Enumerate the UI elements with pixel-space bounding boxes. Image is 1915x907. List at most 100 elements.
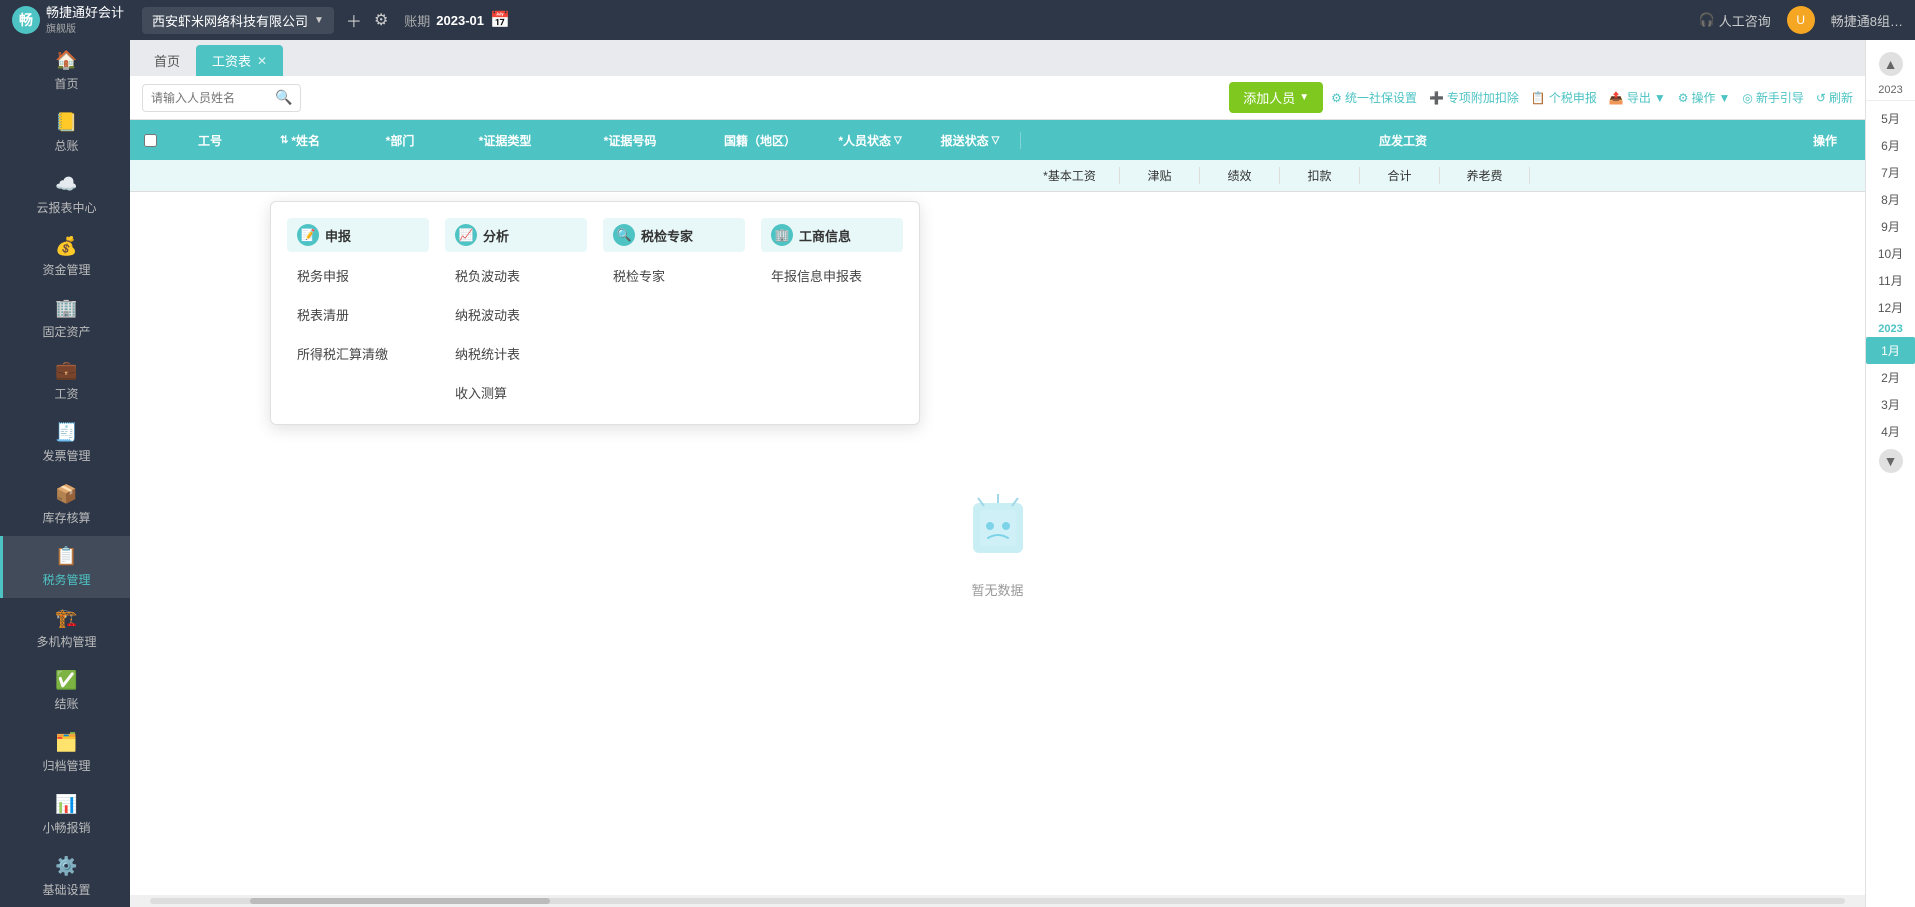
item-expert[interactable]: 税检专家 (603, 260, 745, 291)
toolbar: 🔍 添加人员 ▼ ⚙ 统一社保设置 ➕ 专项附加扣除 (130, 76, 1865, 120)
th-report-status-label: 报送状态 (941, 132, 989, 149)
category-business-info-header: 🏢 工商信息 (761, 218, 903, 252)
inventory-icon: 📦 (55, 484, 77, 505)
sidebar-item-settings[interactable]: ⚙️ 基础设置 (0, 846, 130, 907)
item-tax-clear[interactable]: 税表清册 (287, 299, 429, 330)
sidebar-item-multi[interactable]: 🏗️ 多机构管理 (0, 598, 130, 660)
th-status-filter[interactable]: ▽ (894, 135, 902, 146)
item-tax-declare[interactable]: 税务申报 (287, 260, 429, 291)
category-tax-expert-header: 🔍 税检专家 (603, 218, 745, 252)
tax-icon: 📋 (55, 546, 77, 567)
add-company-btn[interactable]: ＋ (346, 8, 362, 32)
funds-icon: 💰 (55, 236, 77, 257)
select-all-checkbox-cell[interactable] (130, 134, 170, 147)
sidebar-item-home[interactable]: 🏠 首页 (0, 40, 130, 102)
sidebar-item-funds[interactable]: 💰 资金管理 (0, 226, 130, 288)
declaration-icon: 📝 (297, 224, 319, 246)
social-security-btn[interactable]: ⚙ 统一社保设置 (1331, 89, 1417, 106)
home-icon: 🏠 (55, 50, 77, 71)
salary-icon: 💼 (55, 360, 77, 381)
refresh-btn[interactable]: ↺ 刷新 (1816, 89, 1853, 106)
month-3[interactable]: 3月 (1866, 391, 1915, 418)
right-panel-down-arrow[interactable]: ▼ (1879, 449, 1903, 473)
th-num-label: 工号 (198, 132, 222, 149)
item-income-calc[interactable]: 收入测算 (445, 377, 587, 408)
headset-icon: 🎧 (1699, 12, 1715, 28)
category-tax-expert: 🔍 税检专家 税检专家 (603, 218, 745, 408)
user-name[interactable]: 畅捷通8组… (1831, 11, 1903, 30)
period-value: 2023-01 (436, 13, 484, 28)
month-4[interactable]: 4月 (1866, 418, 1915, 445)
settings-nav-icon: ⚙️ (55, 856, 77, 877)
settings-icon[interactable]: ⚙ (374, 10, 388, 30)
right-panel-header: 2023 (1866, 80, 1915, 101)
tab-home[interactable]: 首页 (138, 45, 196, 76)
item-annual-report-label: 年报信息申报表 (771, 269, 862, 284)
service-btn[interactable]: 🎧 人工咨询 (1699, 11, 1771, 30)
th-report-status: 报送状态 ▽ (920, 132, 1020, 149)
month-9[interactable]: 9月 (1866, 213, 1915, 240)
tab-salary-table[interactable]: 工资表 ✕ (196, 45, 283, 76)
app-version: 旗舰版 (46, 20, 124, 35)
sidebar-item-settle[interactable]: ✅ 结账 (0, 660, 130, 722)
sidebar-item-report[interactable]: 📊 小畅报销 (0, 784, 130, 846)
tab-salary-close[interactable]: ✕ (257, 54, 267, 68)
th-report-filter[interactable]: ▽ (992, 135, 1000, 146)
th-sub-deduct-label: 扣款 (1307, 167, 1331, 184)
month-10[interactable]: 10月 (1866, 240, 1915, 267)
sidebar-item-invoice[interactable]: 🧾 发票管理 (0, 412, 130, 474)
category-declaration: 📝 申报 税务申报 税表清册 所得税汇算清缴 (287, 218, 429, 408)
sidebar-item-cloud[interactable]: ☁️ 云报表中心 (0, 164, 130, 226)
sidebar: 🏠 首页 📒 总账 ☁️ 云报表中心 💰 资金管理 🏢 固定资产 💼 工资 🧾 … (0, 40, 130, 907)
add-person-arrow: ▼ (1299, 92, 1309, 103)
search-input[interactable] (151, 91, 271, 105)
export-label: 导出 (1627, 89, 1651, 106)
item-annual-report[interactable]: 年报信息申报表 (761, 260, 903, 291)
th-sub-allowance-label: 津贴 (1147, 167, 1171, 184)
th-id-type-label: *证据类型 (479, 132, 532, 149)
calendar-icon[interactable]: 📅 (490, 10, 510, 30)
th-dept-label: *部门 (386, 132, 415, 149)
add-person-btn[interactable]: 添加人员 ▼ (1229, 82, 1323, 113)
add-person-label: 添加人员 (1243, 88, 1295, 107)
tax-return-btn[interactable]: 📋 个税申报 (1531, 89, 1597, 106)
company-name: 西安虾米网络科技有限公司 (152, 11, 308, 30)
item-income-settle[interactable]: 所得税汇算清缴 (287, 338, 429, 369)
month-6[interactable]: 6月 (1866, 132, 1915, 159)
sidebar-item-inventory[interactable]: 📦 库存核算 (0, 474, 130, 536)
month-7[interactable]: 7月 (1866, 159, 1915, 186)
right-panel-up-arrow[interactable]: ▲ (1879, 52, 1903, 76)
invoice-icon: 🧾 (55, 422, 77, 443)
search-box[interactable]: 🔍 (142, 84, 301, 112)
scrollbar-track[interactable] (150, 898, 1845, 904)
cloud-icon: ☁️ (55, 174, 77, 195)
th-ops: 操作 (1785, 132, 1865, 149)
item-tax-burden[interactable]: 税负波动表 (445, 260, 587, 291)
sidebar-item-ledger[interactable]: 📒 总账 (0, 102, 130, 164)
sidebar-item-assets[interactable]: 🏢 固定资产 (0, 288, 130, 350)
company-selector[interactable]: 西安虾米网络科技有限公司 ▼ (142, 7, 334, 34)
item-tax-change[interactable]: 纳税波动表 (445, 299, 587, 330)
item-tax-stat[interactable]: 纳税统计表 (445, 338, 587, 369)
logo-text-block: 畅捷通好会计 旗舰版 (46, 5, 124, 36)
export-btn[interactable]: 📤 导出 ▼ (1609, 89, 1666, 106)
operate-btn[interactable]: ⚙ 操作 ▼ (1678, 89, 1731, 106)
special-deduct-btn[interactable]: ➕ 专项附加扣除 (1429, 89, 1519, 106)
scrollbar-thumb[interactable] (250, 898, 550, 904)
month-2[interactable]: 2月 (1866, 364, 1915, 391)
sidebar-item-tax[interactable]: 📋 税务管理 (0, 536, 130, 598)
sidebar-label-invoice: 发票管理 (42, 447, 90, 464)
month-5[interactable]: 5月 (1866, 105, 1915, 132)
sidebar-item-archive[interactable]: 🗂️ 归档管理 (0, 722, 130, 784)
month-11[interactable]: 11月 (1866, 267, 1915, 294)
month-8[interactable]: 8月 (1866, 186, 1915, 213)
month-12[interactable]: 12月 (1866, 294, 1915, 321)
month-1-current[interactable]: 1月 (1866, 337, 1915, 364)
th-name-sort[interactable]: ⇅ (280, 135, 288, 146)
bottom-scrollbar[interactable] (130, 895, 1865, 907)
refresh-label: 刷新 (1829, 89, 1853, 106)
select-all-checkbox[interactable] (144, 134, 157, 147)
operate-icon: ⚙ (1678, 91, 1689, 105)
sidebar-item-salary[interactable]: 💼 工资 (0, 350, 130, 412)
guide-btn[interactable]: ◎ 新手引导 (1742, 89, 1804, 106)
